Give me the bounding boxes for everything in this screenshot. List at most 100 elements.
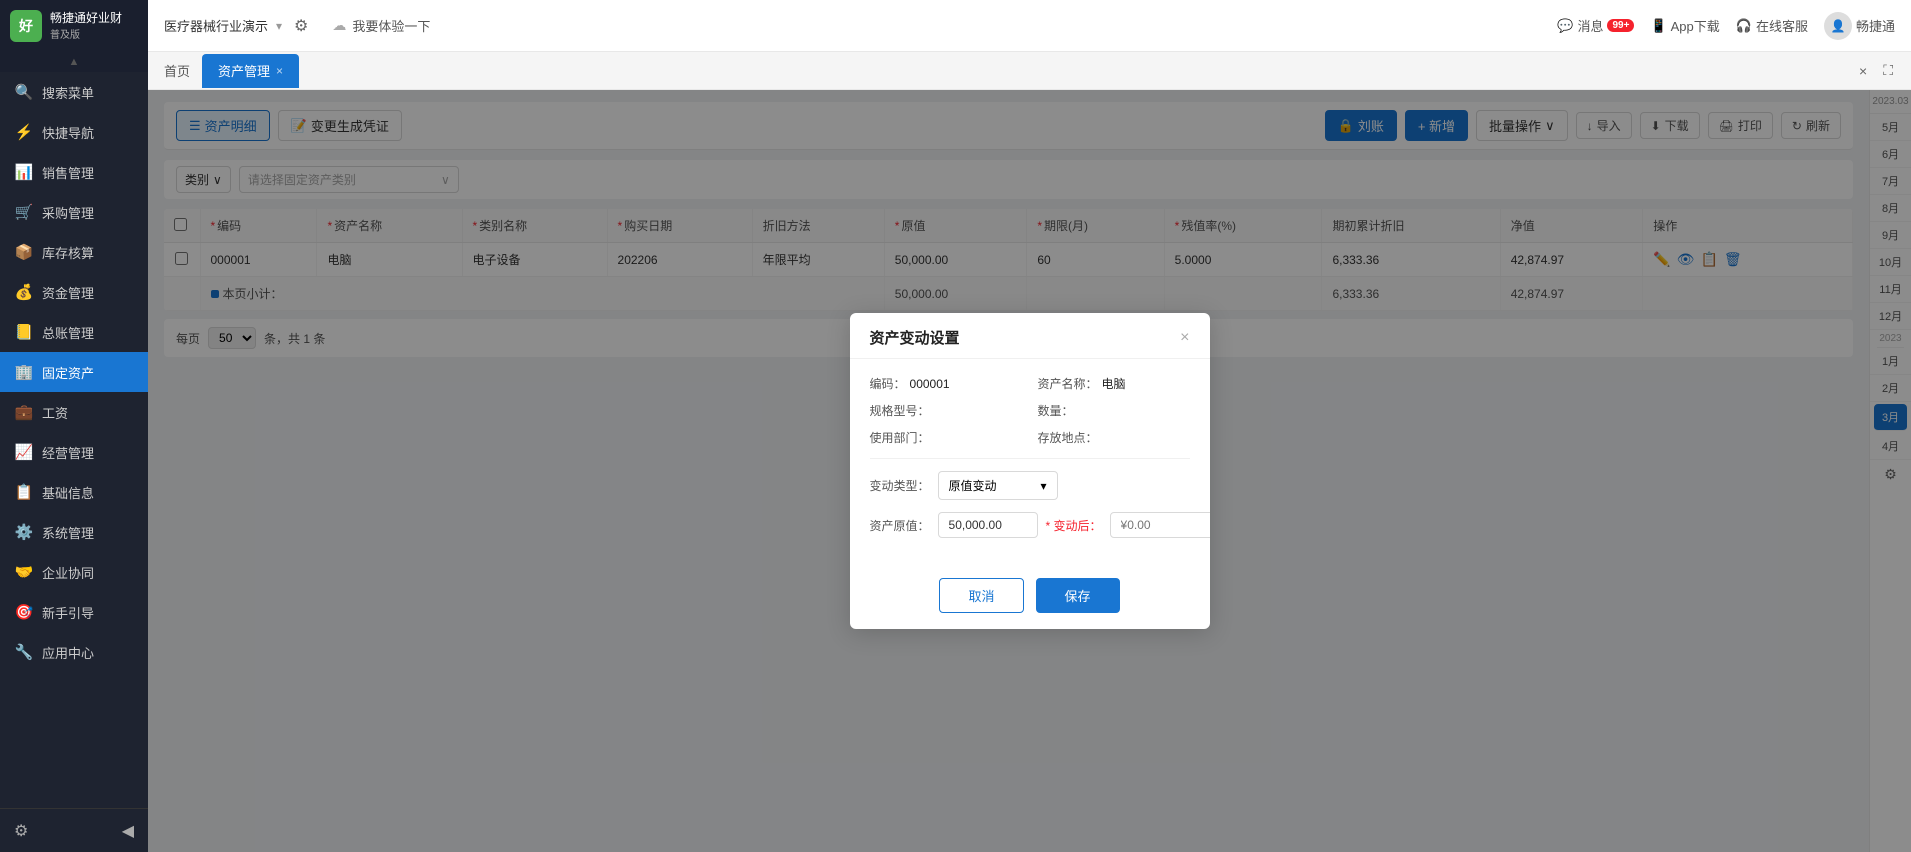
sidebar-item-apps[interactable]: 🔧 应用中心 — [0, 632, 148, 672]
sidebar-item-quick-nav[interactable]: ⚡ 快捷导航 — [0, 112, 148, 152]
change-type-select[interactable]: 原值变动 ▾ — [938, 471, 1058, 500]
app-download-button[interactable]: 📱 App下载 — [1650, 16, 1719, 35]
username: 畅捷通 — [1856, 16, 1895, 35]
sidebar-item-business[interactable]: 📈 经营管理 — [0, 432, 148, 472]
company-name: 医疗器械行业演示 — [164, 16, 268, 35]
content-area: ☰ 资产明细 📝 变更生成凭证 🔒 刘账 + 新增 批量操 — [148, 90, 1911, 852]
tab-close-icon[interactable]: × — [276, 64, 283, 78]
app-name: 畅捷通好业财 — [50, 11, 122, 27]
experience-text[interactable]: 我要体验一下 — [352, 16, 430, 35]
sidebar-footer: ⚙ ◀ — [0, 808, 148, 852]
modal-close-button[interactable]: × — [1180, 329, 1189, 347]
sidebar-item-ledger[interactable]: 📒 总账管理 — [0, 312, 148, 352]
sidebar-label-payroll: 工资 — [42, 403, 68, 422]
modal-original-label: 资产原值： — [870, 517, 930, 534]
app-download-icon: 📱 — [1650, 18, 1666, 34]
sidebar-item-fixed-assets[interactable]: 🏢 固定资产 — [0, 352, 148, 392]
search-icon: 🔍 — [14, 82, 34, 102]
sidebar-item-basic[interactable]: 📋 基础信息 — [0, 472, 148, 512]
cancel-button[interactable]: 取消 — [939, 578, 1023, 613]
modal-original-value: 50,000.00 — [938, 512, 1038, 538]
sidebar-label-fixed-assets: 固定资产 — [42, 363, 94, 382]
sidebar-item-inventory[interactable]: 📦 库存核算 — [0, 232, 148, 272]
modal-title: 资产变动设置 — [870, 327, 960, 348]
sidebar-label-quick-nav: 快捷导航 — [42, 123, 94, 142]
sidebar-item-guide[interactable]: 🎯 新手引导 — [0, 592, 148, 632]
save-button[interactable]: 保存 — [1036, 578, 1120, 613]
sidebar-item-capital[interactable]: 💰 资金管理 — [0, 272, 148, 312]
asset-change-modal: 资产变动设置 × 编码： 000001 资产名称： 电脑 — [850, 313, 1210, 629]
fixed-assets-icon: 🏢 — [14, 362, 34, 382]
sidebar-label-enterprise: 企业协同 — [42, 563, 94, 582]
online-service-button[interactable]: 🎧 在线客服 — [1736, 16, 1808, 35]
topbar-left: 医疗器械行业演示 ▾ ⚙ ☁ 我要体验一下 — [164, 12, 430, 40]
basic-icon: 📋 — [14, 482, 34, 502]
app-logo: 好 畅捷通好业财 普及版 — [0, 0, 148, 52]
scroll-up-icon[interactable]: ▲ — [69, 56, 80, 68]
enterprise-icon: 🤝 — [14, 562, 34, 582]
sidebar-label-search: 搜索菜单 — [42, 83, 94, 102]
user-area[interactable]: 👤 畅捷通 — [1824, 12, 1895, 40]
modal-asset-name-label: 资产名称： — [1038, 375, 1098, 392]
modal-field-quantity: 数量： — [1038, 402, 1190, 419]
messages-icon: 💬 — [1557, 18, 1573, 34]
modal-footer: 取消 保存 — [850, 566, 1210, 629]
business-icon: 📈 — [14, 442, 34, 462]
ledger-icon: 📒 — [14, 322, 34, 342]
modal-row-3: 使用部门： 存放地点： — [870, 429, 1190, 446]
sidebar-item-sales[interactable]: 📊 销售管理 — [0, 152, 148, 192]
modal-value-row: 资产原值： 50,000.00 * 变动后： — [870, 512, 1190, 538]
sidebar-label-inventory: 库存核算 — [42, 243, 94, 262]
modal-change-type-label: 变动类型： — [870, 477, 930, 494]
close-tab-button[interactable]: × — [1853, 61, 1873, 81]
modal-overlay: 资产变动设置 × 编码： 000001 资产名称： 电脑 — [148, 90, 1911, 852]
tab-home-label: 首页 — [164, 61, 190, 80]
sidebar-label-guide: 新手引导 — [42, 603, 94, 622]
expand-tab-button[interactable]: ⛶ — [1877, 60, 1899, 81]
modal-field-spec: 规格型号： — [870, 402, 1022, 419]
modal-body: 编码： 000001 资产名称： 电脑 规格型号： — [850, 359, 1210, 566]
modal-row-1: 编码： 000001 资产名称： 电脑 — [870, 375, 1190, 392]
app-download-label: App下载 — [1671, 16, 1720, 35]
after-change-input[interactable] — [1110, 512, 1210, 538]
online-service-label: 在线客服 — [1756, 16, 1808, 35]
system-icon: ⚙️ — [14, 522, 34, 542]
modal-header: 资产变动设置 × — [850, 313, 1210, 359]
sidebar-label-apps: 应用中心 — [42, 643, 94, 662]
sidebar-item-purchase[interactable]: 🛒 采购管理 — [0, 192, 148, 232]
messages-label: 消息 — [1577, 16, 1603, 35]
sidebar-label-basic: 基础信息 — [42, 483, 94, 502]
sidebar-label-ledger: 总账管理 — [42, 323, 94, 342]
topbar-right: 💬 消息 99+ 📱 App下载 🎧 在线客服 👤 畅捷通 — [1557, 12, 1895, 40]
tab-home[interactable]: 首页 — [152, 54, 202, 88]
modal-dept-label: 使用部门： — [870, 429, 930, 446]
modal-row-2: 规格型号： 数量： — [870, 402, 1190, 419]
headset-icon: 🎧 — [1736, 18, 1752, 34]
change-type-chevron-icon: ▾ — [1040, 479, 1046, 493]
experience-area: ☁ 我要体验一下 — [332, 16, 430, 35]
collapse-sidebar-button[interactable]: ◀ — [122, 821, 134, 841]
sidebar-label-business: 经营管理 — [42, 443, 94, 462]
sidebar-item-payroll[interactable]: 💼 工资 — [0, 392, 148, 432]
apps-icon: 🔧 — [14, 642, 34, 662]
modal-location-label: 存放地点： — [1038, 429, 1098, 446]
messages-badge: 99+ — [1607, 19, 1634, 32]
capital-icon: 💰 — [14, 282, 34, 302]
company-settings-icon[interactable]: ⚙ — [290, 12, 312, 40]
modal-field-asset-name: 资产名称： 电脑 — [1038, 375, 1190, 392]
sidebar-label-purchase: 采购管理 — [42, 203, 94, 222]
sidebar-item-enterprise[interactable]: 🤝 企业协同 — [0, 552, 148, 592]
messages-button[interactable]: 💬 消息 99+ — [1557, 16, 1634, 35]
modal-code-label: 编码： — [870, 375, 906, 392]
sidebar-item-system[interactable]: ⚙️ 系统管理 — [0, 512, 148, 552]
company-chevron-icon[interactable]: ▾ — [276, 19, 282, 33]
tab-asset-label: 资产管理 — [218, 61, 270, 80]
sidebar: 好 畅捷通好业财 普及版 ▲ 🔍 搜索菜单 ⚡ 快捷导航 📊 销售管理 🛒 采购… — [0, 0, 148, 852]
topbar: 医疗器械行业演示 ▾ ⚙ ☁ 我要体验一下 💬 消息 99+ 📱 App下载 🎧… — [148, 0, 1911, 52]
main-content: 医疗器械行业演示 ▾ ⚙ ☁ 我要体验一下 💬 消息 99+ 📱 App下载 🎧… — [148, 0, 1911, 852]
sidebar-item-search[interactable]: 🔍 搜索菜单 — [0, 72, 148, 112]
settings-icon[interactable]: ⚙ — [14, 821, 28, 841]
change-type-value: 原值变动 — [949, 477, 997, 494]
sidebar-label-system: 系统管理 — [42, 523, 94, 542]
tab-asset-management[interactable]: 资产管理 × — [202, 54, 299, 88]
